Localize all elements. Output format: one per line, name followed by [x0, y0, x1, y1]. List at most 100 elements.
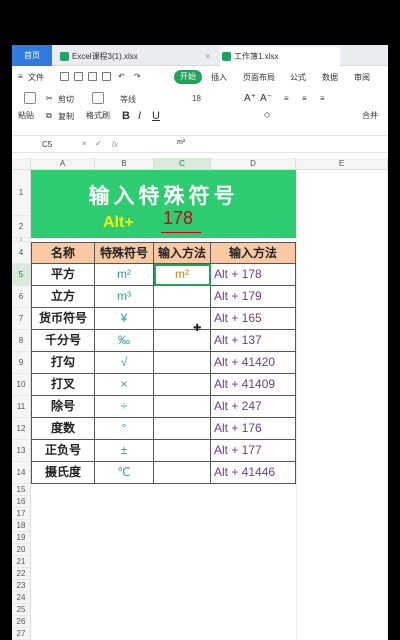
- column-header-d[interactable]: D: [211, 158, 296, 170]
- row-header-27[interactable]: 27: [12, 628, 31, 640]
- row-header-15[interactable]: 15: [12, 484, 31, 496]
- row-header-26[interactable]: 26: [12, 616, 31, 628]
- preview-icon[interactable]: [102, 72, 111, 81]
- table-cell-symbol[interactable]: ℃: [95, 462, 154, 484]
- table-cell-name[interactable]: 千分号: [31, 330, 95, 352]
- title-banner[interactable]: 输入特殊符号 Alt+ 178: [31, 170, 296, 238]
- row-header-23[interactable]: 23: [12, 580, 31, 592]
- row-header-6[interactable]: 6: [12, 286, 31, 308]
- row-header-7[interactable]: 7: [12, 308, 31, 330]
- row-header-17[interactable]: 17: [12, 508, 31, 520]
- row-header-18[interactable]: 18: [12, 520, 31, 532]
- table-cell-name[interactable]: 打勾: [31, 352, 95, 374]
- align-bottom-icon[interactable]: ≡: [320, 94, 325, 103]
- cut-icon[interactable]: ✂: [46, 94, 53, 103]
- table-cell-symbol[interactable]: m²: [95, 264, 154, 286]
- table-cell-input[interactable]: [154, 462, 211, 484]
- formula-input[interactable]: m²: [177, 139, 185, 146]
- close-icon[interactable]: ×: [205, 47, 210, 66]
- table-cell-method[interactable]: Alt + 176: [211, 418, 296, 440]
- bold-button[interactable]: B: [122, 110, 130, 122]
- confirm-icon[interactable]: ✓: [95, 139, 102, 148]
- row-header-20[interactable]: 20: [12, 544, 31, 556]
- merge-button[interactable]: 合并: [362, 110, 378, 121]
- format-painter-icon[interactable]: [92, 92, 104, 104]
- align-top-icon[interactable]: ≡: [284, 94, 289, 103]
- paste-label[interactable]: 粘贴: [18, 110, 34, 121]
- row-header-21[interactable]: 21: [12, 556, 31, 568]
- table-cell-method[interactable]: Alt + 179: [211, 286, 296, 308]
- row-header-1[interactable]: 1: [12, 170, 31, 216]
- row-header-13[interactable]: 13: [12, 440, 31, 462]
- select-all-corner[interactable]: [12, 158, 31, 170]
- table-cell-method[interactable]: Alt + 177: [211, 440, 296, 462]
- header-method[interactable]: 输入方法: [211, 242, 296, 264]
- row-header-19[interactable]: 19: [12, 532, 31, 544]
- row-header-9[interactable]: 9: [12, 352, 31, 374]
- table-cell-symbol[interactable]: ×: [95, 374, 154, 396]
- function-icon[interactable]: fx: [112, 140, 118, 149]
- row-header-8[interactable]: 8: [12, 330, 31, 352]
- table-cell-symbol[interactable]: ¥: [95, 308, 154, 330]
- row-header-16[interactable]: 16: [12, 496, 31, 508]
- row-header-2[interactable]: 2: [12, 216, 31, 238]
- fill-color-icon[interactable]: ◇: [264, 110, 270, 119]
- table-cell-method[interactable]: Alt + 41409: [211, 374, 296, 396]
- table-cell-input[interactable]: [154, 396, 211, 418]
- increase-font-button[interactable]: A⁺: [244, 93, 256, 104]
- paste-icon[interactable]: [24, 92, 36, 104]
- row-header-4[interactable]: 4: [12, 242, 31, 264]
- menu-page-layout[interactable]: 页面布局: [243, 72, 275, 83]
- table-cell-input-selected[interactable]: m²: [154, 264, 211, 286]
- name-box[interactable]: C5: [42, 140, 52, 149]
- underline-button[interactable]: U: [152, 110, 160, 122]
- cut-button[interactable]: 剪切: [58, 94, 74, 105]
- table-cell-method[interactable]: Alt + 137: [211, 330, 296, 352]
- row-header-25[interactable]: 25: [12, 604, 31, 616]
- menu-start[interactable]: 开始: [174, 70, 202, 84]
- row-header-14[interactable]: 14: [12, 462, 31, 484]
- home-tab[interactable]: 首页: [12, 45, 52, 66]
- table-cell-method[interactable]: Alt + 165: [211, 308, 296, 330]
- print-icon[interactable]: [88, 72, 97, 81]
- table-cell-input[interactable]: [154, 418, 211, 440]
- table-cell-method[interactable]: Alt + 41446: [211, 462, 296, 484]
- column-header-e[interactable]: E: [296, 158, 388, 170]
- column-header-b[interactable]: B: [95, 158, 154, 170]
- table-cell-symbol[interactable]: °: [95, 418, 154, 440]
- table-cell-name[interactable]: 度数: [31, 418, 95, 440]
- font-size-select[interactable]: 18: [192, 94, 216, 107]
- row-header-10[interactable]: 10: [12, 374, 31, 396]
- column-header-c[interactable]: C: [154, 158, 211, 170]
- decrease-font-button[interactable]: A⁻: [260, 93, 272, 104]
- table-cell-input[interactable]: [154, 440, 211, 462]
- undo-icon[interactable]: ↶: [118, 72, 125, 81]
- copy-icon[interactable]: ⧉: [46, 111, 52, 121]
- redo-icon[interactable]: ↷: [134, 72, 141, 81]
- save-icon[interactable]: [60, 72, 69, 81]
- table-cell-input[interactable]: [154, 374, 211, 396]
- table-cell-method[interactable]: Alt + 41420: [211, 352, 296, 374]
- tab-file-excel-course[interactable]: Excel课程3(1).xlsx ×: [58, 47, 214, 66]
- table-cell-symbol[interactable]: ±: [95, 440, 154, 462]
- table-cell-name[interactable]: 摄氏度: [31, 462, 95, 484]
- header-name[interactable]: 名称: [31, 242, 95, 264]
- row-header-11[interactable]: 11: [12, 396, 31, 418]
- menu-insert[interactable]: 插入: [211, 72, 227, 83]
- table-cell-input[interactable]: [154, 352, 211, 374]
- cancel-icon[interactable]: ×: [82, 139, 87, 148]
- export-icon[interactable]: [74, 72, 83, 81]
- menu-file[interactable]: 文件: [28, 72, 44, 83]
- table-cell-name[interactable]: 立方: [31, 286, 95, 308]
- align-middle-icon[interactable]: ≡: [302, 94, 307, 103]
- menu-review[interactable]: 审阅: [354, 72, 370, 83]
- menu-data[interactable]: 数据: [322, 72, 338, 83]
- font-family-select[interactable]: 等线: [120, 94, 180, 107]
- column-header-a[interactable]: A: [31, 158, 95, 170]
- italic-button[interactable]: I: [138, 110, 141, 122]
- copy-button[interactable]: 复制: [58, 111, 74, 122]
- table-cell-symbol[interactable]: √: [95, 352, 154, 374]
- table-cell-name[interactable]: 正负号: [31, 440, 95, 462]
- table-cell-name[interactable]: 除号: [31, 396, 95, 418]
- menu-formula[interactable]: 公式: [290, 72, 306, 83]
